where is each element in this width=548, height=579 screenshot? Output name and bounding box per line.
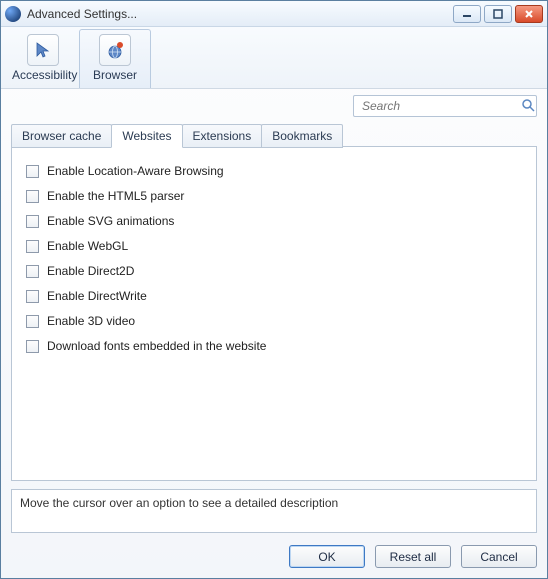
ribbon-accessibility[interactable]: Accessibility [7, 29, 79, 88]
option-directwrite[interactable]: Enable DirectWrite [26, 289, 522, 303]
maximize-icon [493, 9, 503, 19]
minimize-button[interactable] [453, 5, 481, 23]
checkbox[interactable] [26, 265, 39, 278]
maximize-button[interactable] [484, 5, 512, 23]
option-label: Enable the HTML5 parser [47, 189, 184, 203]
ribbon-accessibility-label: Accessibility [12, 68, 74, 82]
checkbox[interactable] [26, 165, 39, 178]
description-box: Move the cursor over an option to see a … [11, 489, 537, 533]
tab-websites[interactable]: Websites [111, 124, 182, 148]
option-html5-parser[interactable]: Enable the HTML5 parser [26, 189, 522, 203]
settings-window: Advanced Settings... Accessibility [0, 0, 548, 579]
option-webgl[interactable]: Enable WebGL [26, 239, 522, 253]
cancel-button[interactable]: Cancel [461, 545, 537, 568]
option-3d-video[interactable]: Enable 3D video [26, 314, 522, 328]
tab-extensions[interactable]: Extensions [182, 124, 263, 148]
checkbox[interactable] [26, 340, 39, 353]
option-label: Enable WebGL [47, 239, 128, 253]
search-row [11, 95, 537, 117]
titlebar: Advanced Settings... [1, 1, 547, 27]
minimize-icon [462, 9, 472, 19]
search-input[interactable] [360, 98, 521, 114]
button-row: OK Reset all Cancel [11, 533, 537, 568]
option-label: Enable 3D video [47, 314, 135, 328]
search-box[interactable] [353, 95, 537, 117]
option-svg-animations[interactable]: Enable SVG animations [26, 214, 522, 228]
options-pane: Enable Location-Aware Browsing Enable th… [11, 146, 537, 481]
ribbon-browser-label: Browser [84, 68, 146, 82]
ribbon: Accessibility Browser [1, 27, 547, 89]
globe-icon [99, 34, 131, 66]
option-label: Enable Location-Aware Browsing [47, 164, 224, 178]
option-direct2d[interactable]: Enable Direct2D [26, 264, 522, 278]
checkbox[interactable] [26, 190, 39, 203]
checkbox[interactable] [26, 240, 39, 253]
window-title: Advanced Settings... [27, 7, 453, 21]
checkbox[interactable] [26, 215, 39, 228]
cursor-icon [27, 34, 59, 66]
ribbon-browser[interactable]: Browser [79, 29, 151, 88]
tab-bar: Browser cache Websites Extensions Bookma… [11, 123, 537, 147]
option-label: Enable SVG animations [47, 214, 174, 228]
tab-bookmarks[interactable]: Bookmarks [261, 124, 343, 148]
option-download-fonts[interactable]: Download fonts embedded in the website [26, 339, 522, 353]
option-label: Enable Direct2D [47, 264, 134, 278]
option-label: Enable DirectWrite [47, 289, 147, 303]
app-icon [5, 6, 21, 22]
reset-all-button[interactable]: Reset all [375, 545, 451, 568]
close-button[interactable] [515, 5, 543, 23]
option-label: Download fonts embedded in the website [47, 339, 266, 353]
option-location-aware[interactable]: Enable Location-Aware Browsing [26, 164, 522, 178]
ok-button[interactable]: OK [289, 545, 365, 568]
search-icon [521, 98, 535, 115]
window-controls [453, 5, 543, 23]
close-icon [524, 9, 534, 19]
tab-browser-cache[interactable]: Browser cache [11, 124, 112, 148]
checkbox[interactable] [26, 315, 39, 328]
checkbox[interactable] [26, 290, 39, 303]
content-area: Browser cache Websites Extensions Bookma… [1, 89, 547, 578]
